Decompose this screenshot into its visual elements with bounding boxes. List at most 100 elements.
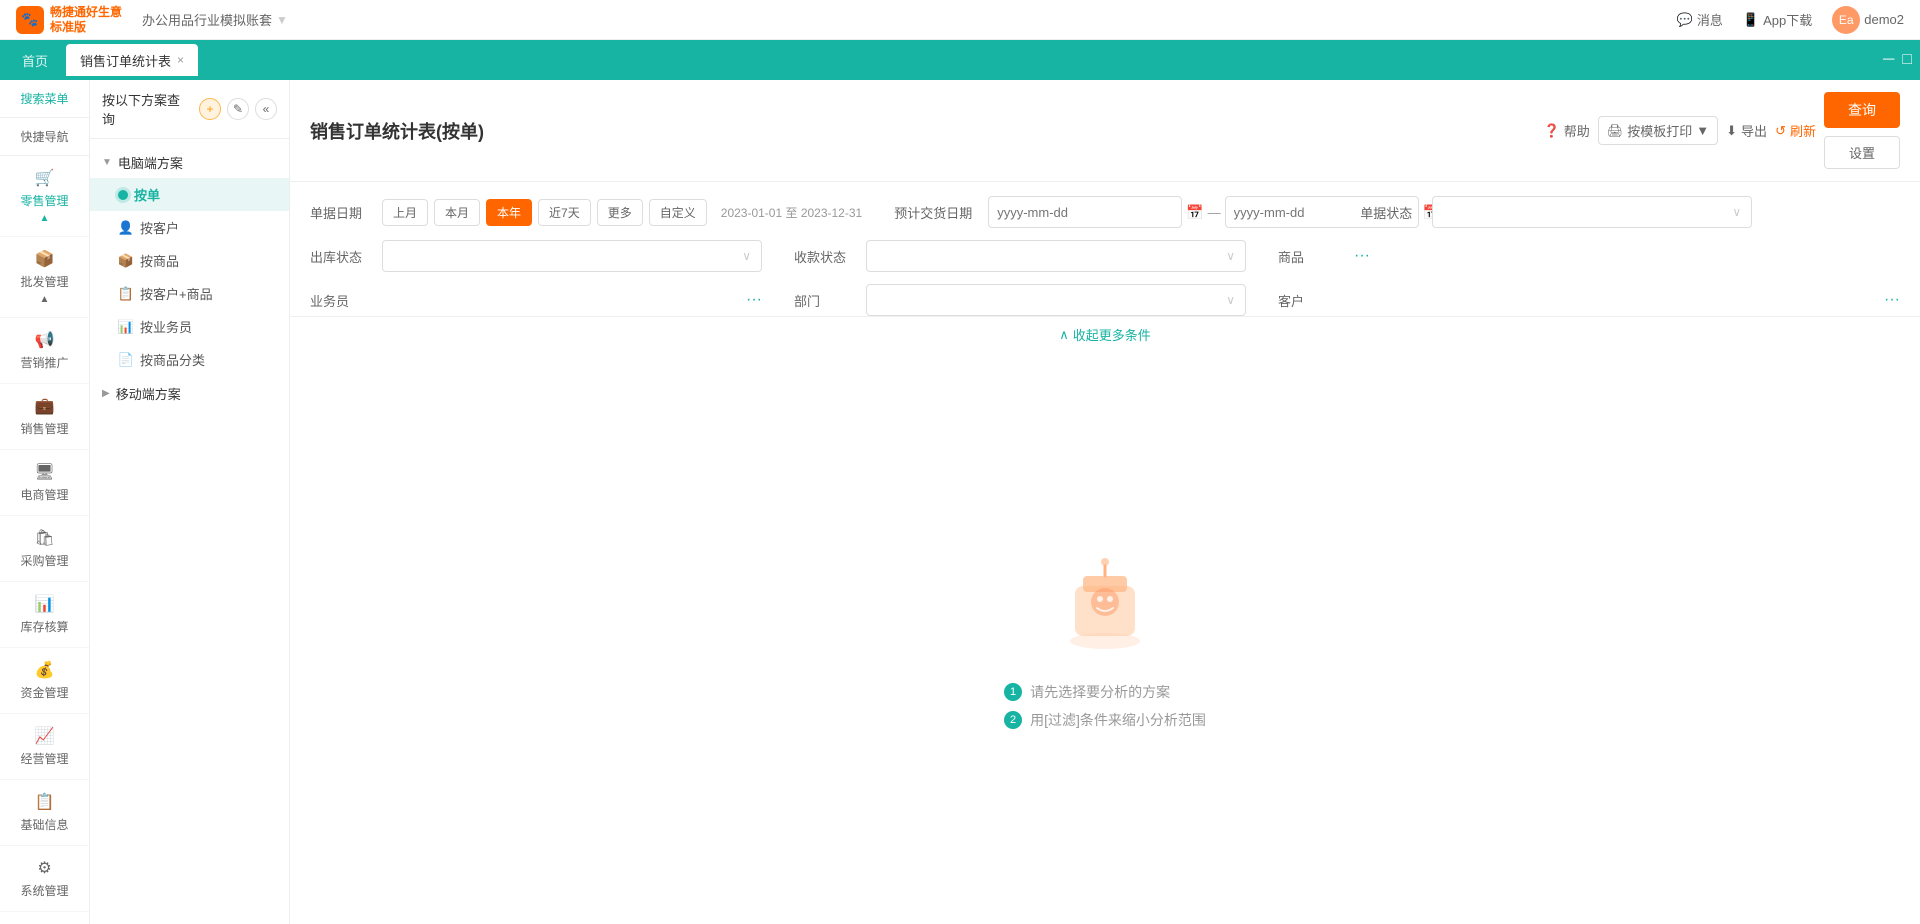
ecommerce-icon: 🖥 [34,462,54,482]
main-layout: 搜索菜单 快捷导航 🛒 零售管理 ▲ 📦 批发管理 ▲ 📢 营销推广 💼 销售管… [0,80,1920,924]
sidebar-item-basic[interactable]: 📋 基础信息 [0,780,89,846]
scheme-item-by-salesperson[interactable]: 📊 按业务员 [90,310,289,343]
salesperson-scheme-icon: 📊 [118,319,134,335]
sidebar-item-wholesale[interactable]: 📦 批发管理 ▲ [0,237,89,318]
scheme-item-by-order[interactable]: 按单 [90,178,289,211]
logo-area: 🐾 畅捷通好生意 标准版 [16,5,122,34]
delivery-date-group: 📅 — 📅 [988,196,1328,228]
template-print-button[interactable]: 🖨 按模板打印 ▼ [1598,116,1718,145]
sidebar-item-marketing[interactable]: 📢 营销推广 [0,318,89,384]
tab-sales-order[interactable]: 销售订单统计表 × [66,44,198,76]
customer-dots[interactable]: ··· [1884,291,1900,309]
template-print-arrow-icon: ▼ [1696,123,1709,138]
sidebar-item-finance[interactable]: 💰 资金管理 [0,648,89,714]
scheme-add-button[interactable]: + [199,98,221,120]
app-download-button[interactable]: 📱 App下载 [1743,10,1812,29]
delivery-date-start[interactable] [988,196,1182,228]
help-icon: ❓ [1544,123,1560,139]
department-select[interactable]: ∨ [866,284,1246,316]
sidebar-item-ecommerce[interactable]: 🖥 电商管理 [0,450,89,516]
calendar-start-icon[interactable]: 📅 [1186,204,1203,221]
payment-status-label: 收款状态 [794,247,850,266]
export-icon: ⬇ [1726,123,1737,139]
breadcrumb-text: 办公用品行业模拟账套 [142,10,272,29]
finance-icon: 💰 [35,660,55,680]
customer-field: ··· [1350,291,1900,309]
salesperson-label: 业务员 [310,291,366,310]
sidebar-item-purchase[interactable]: 🛍 采购管理 [0,516,89,582]
salesperson-dots[interactable]: ··· [746,291,762,309]
empty-state: 1 请先选择要分析的方案 2 用[过滤]条件来缩小分析范围 [290,352,1920,924]
export-button[interactable]: ⬇ 导出 [1726,121,1767,140]
logo-icon: 🐾 [16,6,44,34]
refresh-icon: ↺ [1775,123,1786,139]
sidebar-item-enterprise[interactable]: 🤝 企业协同 [0,912,89,924]
sidebar-shortcut[interactable]: 快捷导航 [0,118,89,156]
filter-container: 单据日期 上月 本月 本年 近7天 更多 自定义 2023-01-01 至 20… [290,182,1920,316]
more-btn[interactable]: 更多 [597,199,643,226]
last7-btn[interactable]: 近7天 [538,199,591,226]
date-label: 单据日期 [310,203,366,222]
scheme-item-by-cust-product[interactable]: 📋 按客户+商品 [90,277,289,310]
order-status-select[interactable]: ∨ [1432,196,1752,228]
mobile-group-chevron-icon: ▶ [102,388,110,399]
breadcrumb-dropdown-icon[interactable]: ▼ [276,13,288,27]
ship-status-arrow-icon: ∨ [742,249,751,263]
operation-icon: 📈 [35,726,55,746]
product-label: 商品 [1278,247,1334,266]
tab-bar: 首页 销售订单统计表 × ─ □ [0,40,1920,80]
custom-btn[interactable]: 自定义 [649,199,707,226]
date-separator: — [1208,205,1221,220]
sidebar-item-operation[interactable]: 📈 经营管理 [0,714,89,780]
pc-scheme-group-header[interactable]: ▼ 电脑端方案 [90,147,289,178]
message-button[interactable]: 💬 消息 [1677,10,1723,29]
scheme-item-by-customer[interactable]: 👤 按客户 [90,211,289,244]
user-menu[interactable]: Ea demo2 [1832,6,1904,34]
product-dots[interactable]: ··· [1354,247,1370,265]
refresh-button[interactable]: ↺ 刷新 [1775,121,1816,140]
ship-status-select[interactable]: ∨ [382,240,762,272]
hint-number-1: 1 [1004,683,1022,701]
product-scheme-icon: 📦 [118,253,134,269]
sidebar-item-inventory[interactable]: 📊 库存核算 [0,582,89,648]
help-button[interactable]: ❓ 帮助 [1544,121,1590,140]
empty-illustration [1045,546,1165,666]
tab-bar-actions: ─ □ [1883,51,1912,69]
retail-icon: 🛒 [35,168,55,188]
this-year-btn[interactable]: 本年 [486,199,532,226]
collapse-bar[interactable]: ∧ 收起更多条件 [290,316,1920,352]
sidebar-item-system[interactable]: ⚙ 系统管理 [0,846,89,912]
sidebar-item-sales[interactable]: 💼 销售管理 [0,384,89,450]
scheme-item-by-product[interactable]: 📦 按商品 [90,244,289,277]
this-month-btn[interactable]: 本月 [434,199,480,226]
scheme-item-by-category[interactable]: 📄 按商品分类 [90,343,289,376]
prev-month-btn[interactable]: 上月 [382,199,428,226]
tab-home[interactable]: 首页 [8,44,62,76]
query-button[interactable]: 查询 [1824,92,1900,128]
settings-button[interactable]: 设置 [1824,136,1900,169]
order-status-label: 单据状态 [1360,203,1416,222]
mobile-scheme-group-header[interactable]: ▶ 移动端方案 [90,378,289,409]
sidebar-search[interactable]: 搜索菜单 [0,80,89,118]
sidebar-item-retail[interactable]: 🛒 零售管理 ▲ [0,156,89,237]
payment-status-select[interactable]: ∨ [866,240,1246,272]
scheme-collapse-button[interactable]: « [255,98,277,120]
sales-icon: 💼 [35,396,55,416]
filter-row-3: 业务员 ··· 部门 ∨ 客户 ··· [310,284,1900,316]
top-bar-left: 🐾 畅捷通好生意 标准版 办公用品行业模拟账套 ▼ [16,5,288,34]
tab-close-icon[interactable]: × [177,53,184,67]
tab-maximize-icon[interactable]: □ [1902,51,1912,69]
tab-minimize-icon[interactable]: ─ [1883,51,1894,69]
message-icon: 💬 [1677,12,1693,28]
customer-scheme-icon: 👤 [118,220,134,236]
mobile-scheme-group: ▶ 移动端方案 [90,378,289,409]
scheme-tree: ▼ 电脑端方案 按单 👤 按客户 📦 按商品 📋 按客户+商品 [90,139,289,924]
hint-number-2: 2 [1004,711,1022,729]
print-icon: 🖨 [1607,123,1624,139]
purchase-icon: 🛍 [34,528,54,548]
page-header: 销售订单统计表(按单) ❓ 帮助 🖨 按模板打印 ▼ ⬇ 导出 [290,80,1920,182]
scheme-edit-button[interactable]: ✎ [227,98,249,120]
pc-scheme-group: ▼ 电脑端方案 按单 👤 按客户 📦 按商品 📋 按客户+商品 [90,147,289,376]
content-area: 销售订单统计表(按单) ❓ 帮助 🖨 按模板打印 ▼ ⬇ 导出 [290,80,1920,924]
page-header-top: 销售订单统计表(按单) ❓ 帮助 🖨 按模板打印 ▼ ⬇ 导出 [310,92,1900,169]
